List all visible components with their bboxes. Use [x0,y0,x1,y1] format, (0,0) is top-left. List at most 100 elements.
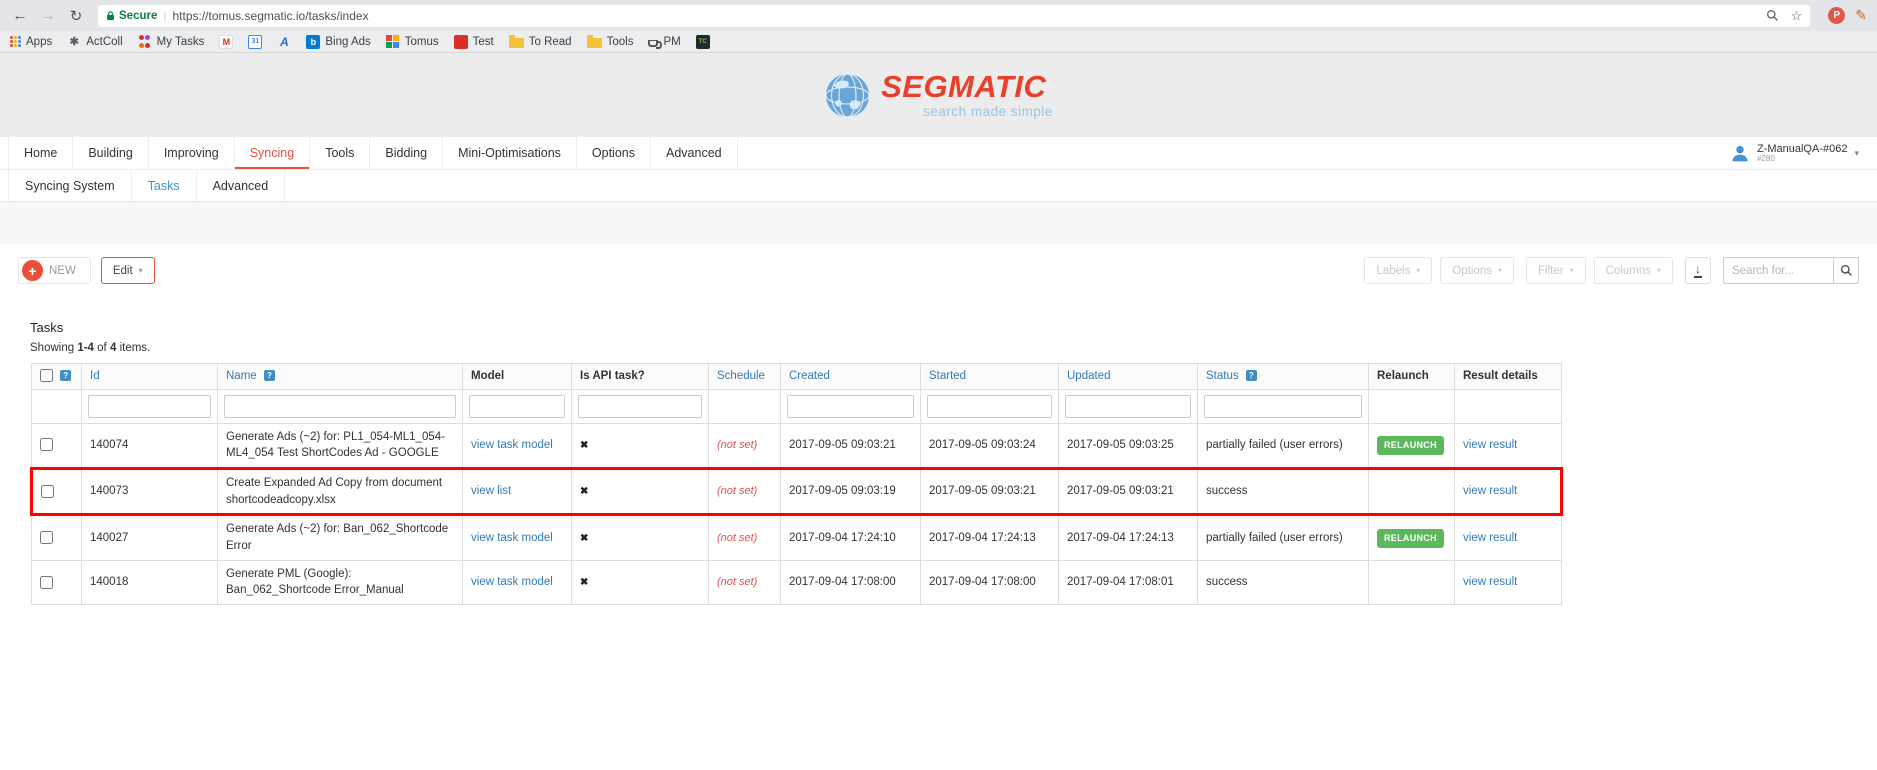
nav-item-improving[interactable]: Improving [149,137,235,169]
col-header-started[interactable]: Started [929,370,966,382]
filter-updated-input[interactable] [1065,394,1191,418]
cell-updated: 2017-09-05 09:03:25 [1058,422,1198,470]
nav-item-syncing[interactable]: Syncing [235,137,311,169]
forward-button[interactable]: → [38,7,58,24]
row-checkbox[interactable] [40,575,53,589]
relaunch-button[interactable]: RELAUNCH [1377,435,1444,455]
refresh-button[interactable]: ↻ [66,7,86,25]
chevron-down-icon: ▾ [1498,266,1503,275]
cross-icon: ✖ [580,440,589,451]
url-text[interactable]: https://tomus.segmatic.io/tasks/index [172,9,1753,23]
summary-text: Showing [30,342,75,354]
view-task-model-link[interactable]: view task model [471,576,553,588]
header-band: SEGMATIC search made simple [0,53,1877,137]
view-result-link[interactable]: view result [1463,439,1517,451]
nav-item-mini-optimisations[interactable]: Mini-Optimisations [443,137,577,169]
labels-button-label: Labels [1376,264,1411,277]
col-header-status[interactable]: Status [1206,370,1239,382]
bookmark-a[interactable]: A [277,35,291,49]
download-button[interactable]: ↓ [1685,257,1711,284]
help-icon[interactable]: ? [1245,370,1257,382]
row-checkbox[interactable] [40,438,53,452]
cell-created: 2017-09-04 17:08:00 [780,559,921,606]
secure-badge[interactable]: Secure [106,10,157,22]
bookmark-gmail[interactable]: M [219,34,234,49]
view-result-link[interactable]: view result [1463,485,1517,497]
filter-is-api-input[interactable] [578,394,702,418]
columns-button[interactable]: Columns ▾ [1593,257,1673,284]
nav-item-tools[interactable]: Tools [310,137,371,169]
extension-p-icon[interactable]: P [1828,7,1846,24]
view-result-link[interactable]: view result [1463,576,1517,588]
chevron-down-icon: ▾ [1854,147,1859,158]
subnav-item-tasks[interactable]: Tasks [132,170,197,201]
nav-item-building[interactable]: Building [73,137,149,169]
view-list-link[interactable]: view list [471,485,511,497]
search-input[interactable] [1723,257,1833,284]
bookmark-my-tasks[interactable]: My Tasks [138,35,204,49]
subnav-item-syncing-system[interactable]: Syncing System [8,170,132,201]
search-button[interactable] [1833,257,1859,284]
cell-schedule: (not set) [717,438,758,451]
bookmark-test[interactable]: Test [453,34,494,49]
row-checkbox[interactable] [40,531,53,545]
filter-status-input[interactable] [1204,394,1362,418]
filter-model-input[interactable] [469,394,565,418]
table-header-row: ? Id Name ? Model Is API task? Schedule … [31,363,1562,390]
bookmark-calendar[interactable]: 31 [248,34,263,49]
nav-item-home[interactable]: Home [8,137,74,169]
user-menu[interactable]: Z-ManualQA-#062 #280 ▾ [1730,137,1877,169]
bookmark-tools[interactable]: Tools [586,35,633,48]
select-all-cell: ? [31,363,82,390]
new-button[interactable]: + NEW [18,257,91,284]
view-task-model-link[interactable]: view task model [471,439,553,451]
col-header-name[interactable]: Name [226,370,257,382]
table-row-highlighted: 140073 Create Expanded Ad Copy from docu… [30,467,1563,517]
bookmark-to-read[interactable]: To Read [508,35,572,48]
col-header-schedule[interactable]: Schedule [717,370,765,382]
bookmark-apps[interactable]: Apps [10,36,52,48]
cell-id: 140027 [81,514,218,561]
summary-total: 4 [109,342,117,354]
extensions-area: P ✎ [1828,7,1867,24]
back-button[interactable]: ← [10,7,30,24]
help-icon[interactable]: ? [263,370,275,382]
bookmark-bing-ads[interactable]: b Bing Ads [306,34,371,49]
col-header-updated[interactable]: Updated [1067,370,1110,382]
filter-created-input[interactable] [787,394,914,418]
col-header-id[interactable]: Id [90,370,100,382]
browser-toolbar: ← → ↻ Secure | https://tomus.segmatic.io… [0,0,1877,31]
relaunch-button[interactable]: RELAUNCH [1377,528,1444,548]
nav-item-options[interactable]: Options [577,137,651,169]
row-checkbox[interactable] [41,484,54,498]
edit-button[interactable]: Edit ▾ [100,257,155,284]
address-bar[interactable]: Secure | https://tomus.segmatic.io/tasks… [98,4,1811,27]
nav-item-advanced[interactable]: Advanced [651,137,738,169]
view-result-link[interactable]: view result [1463,532,1517,544]
zoom-icon[interactable] [1766,9,1779,22]
filter-button[interactable]: Filter ▾ [1526,257,1586,284]
select-all-checkbox[interactable] [40,369,53,383]
bookmark-label: To Read [528,35,572,48]
nav-item-bidding[interactable]: Bidding [370,137,444,169]
bookmark-tc[interactable]: TC [695,34,710,49]
bookmark-pm[interactable]: PM [648,36,681,49]
summary-text: of [97,342,107,354]
col-header-created[interactable]: Created [789,370,830,382]
labels-button[interactable]: Labels ▾ [1364,257,1433,284]
view-task-model-link[interactable]: view task model [471,532,553,544]
filter-name-input[interactable] [224,394,456,418]
filter-started-input[interactable] [927,394,1052,418]
summary-range: 1-4 [77,342,94,354]
bookmark-star-icon[interactable]: ☆ [1791,8,1803,24]
segmatic-logo[interactable]: SEGMATIC search made simple [824,71,1053,119]
bookmark-tomus[interactable]: Tomus [386,34,439,49]
help-icon[interactable]: ? [60,370,72,382]
options-button[interactable]: Options ▾ [1440,257,1515,284]
table-filter-row [31,388,1562,424]
subnav-item-advanced[interactable]: Advanced [197,170,286,201]
chevron-down-icon: ▾ [1569,266,1574,275]
bookmark-actcoll[interactable]: ✱ ActColl [67,35,123,49]
extension-pencil-icon[interactable]: ✎ [1855,7,1867,24]
filter-id-input[interactable] [88,394,211,418]
